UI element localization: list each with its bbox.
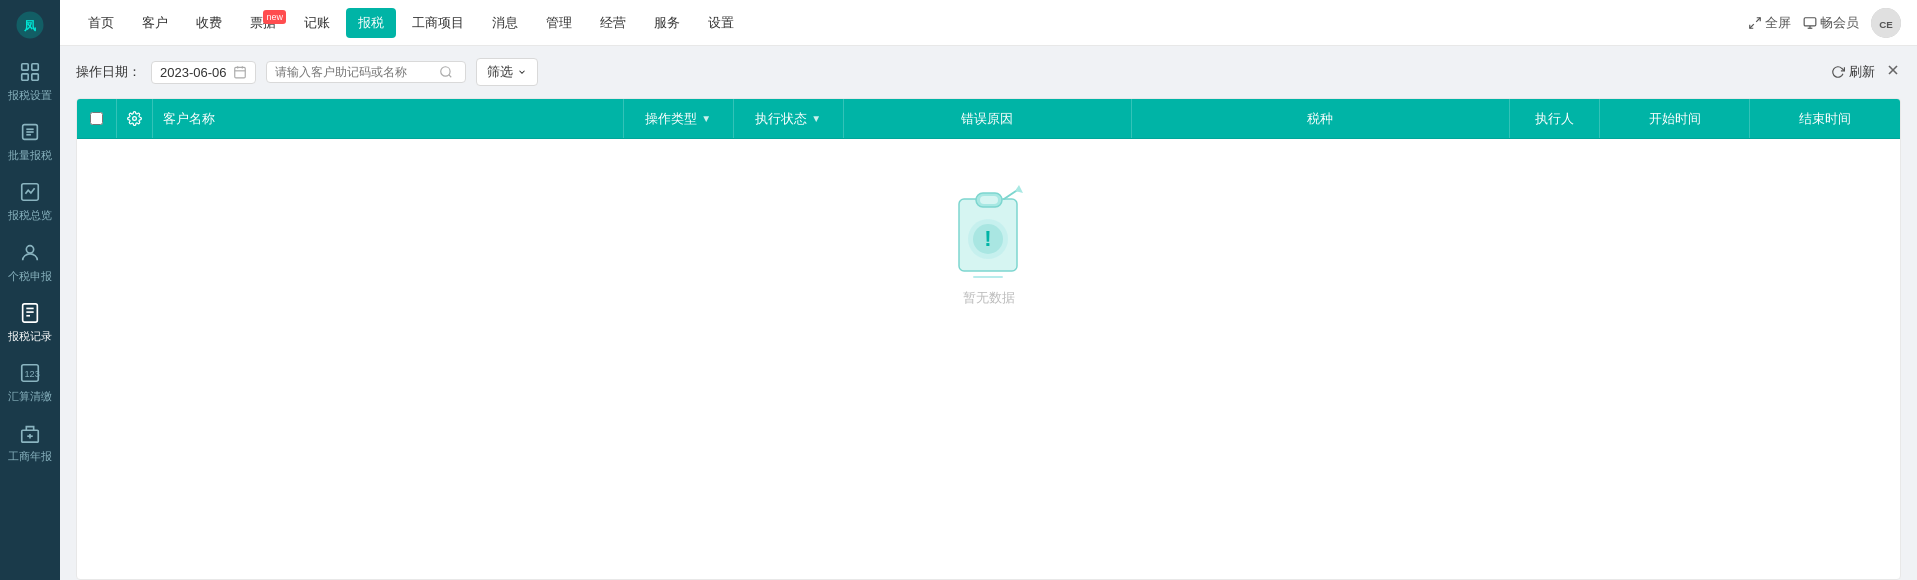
nav-item-shezhi[interactable]: 设置 [696, 8, 746, 38]
gongshangnianba-icon [16, 419, 44, 447]
th-executor: 执行人 [1510, 99, 1600, 138]
baoshuishezhi-icon [16, 58, 44, 86]
svg-text:!: ! [984, 226, 991, 251]
svg-rect-5 [32, 74, 38, 80]
svg-rect-2 [22, 64, 28, 70]
close-btn[interactable] [1885, 62, 1901, 83]
main-area: 首页 客户 收费 票据 new 记账 报税 工商项目 消息 管理 经营 服务 设… [60, 0, 1917, 580]
sidebar-item-pilianbaoshui[interactable]: 批量报税 [0, 110, 60, 170]
select-all-checkbox[interactable] [90, 112, 103, 125]
sidebar: 凤 报税设置 批量报税 [0, 0, 60, 580]
refresh-btn[interactable]: 刷新 [1831, 63, 1875, 81]
nav-item-baoshui[interactable]: 报税 [346, 8, 396, 38]
close-icon [1885, 62, 1901, 78]
th-reason: 错误原因 [844, 99, 1132, 138]
nav-item-jingying[interactable]: 经营 [588, 8, 638, 38]
sidebar-label-gongshangnianba: 工商年报 [8, 450, 52, 463]
nav-item-shouye[interactable]: 首页 [76, 8, 126, 38]
pilianbaoshui-icon [16, 118, 44, 146]
sidebar-logo: 凤 [0, 0, 60, 50]
topnav: 首页 客户 收费 票据 new 记账 报税 工商项目 消息 管理 经营 服务 设… [60, 0, 1917, 46]
table-container: 客户名称 操作类型 ▼ 执行状态 ▼ 错误原因 税种 执行人 [76, 98, 1901, 580]
svg-rect-4 [22, 74, 28, 80]
sidebar-item-baoshuijilu[interactable]: 报税记录 [0, 291, 60, 351]
chevron-down-icon [517, 67, 527, 77]
sidebar-label-baoshuizonglan: 报税总览 [8, 209, 52, 222]
date-input[interactable]: 2023-06-06 [151, 61, 256, 84]
topnav-right: 全屏 畅会员 CE [1748, 8, 1901, 38]
th-endtime: 结束时间 [1750, 99, 1900, 138]
search-icon [439, 65, 453, 79]
th-status[interactable]: 执行状态 ▼ [734, 99, 844, 138]
baoshuijilu-icon [16, 299, 44, 327]
baoshuizonglan-icon [16, 178, 44, 206]
sidebar-label-pilianbaoshui: 批量报税 [8, 149, 52, 162]
svg-text:凤: 凤 [23, 19, 36, 33]
svg-text:CE: CE [1879, 18, 1893, 29]
sidebar-item-geshuishenbao[interactable]: 个税申报 [0, 231, 60, 291]
filter-btn[interactable]: 筛选 [476, 58, 538, 86]
sidebar-item-huisuanqingmiao[interactable]: 123 汇算清缴 [0, 351, 60, 411]
toolbar-right: 刷新 [1831, 62, 1901, 83]
fullscreen-btn[interactable]: 全屏 [1748, 14, 1791, 32]
table-header: 客户名称 操作类型 ▼ 执行状态 ▼ 错误原因 税种 执行人 [77, 99, 1900, 139]
empty-state: ! 暂无数据 [77, 139, 1900, 347]
svg-text:123: 123 [25, 369, 40, 379]
nav-item-gongshangxiangmu[interactable]: 工商项目 [400, 8, 476, 38]
date-label: 操作日期： [76, 63, 141, 81]
nav-item-xiaoxi[interactable]: 消息 [480, 8, 530, 38]
sidebar-item-baoshuizonglan[interactable]: 报税总览 [0, 170, 60, 230]
table-scroll-area: ! 暂无数据 [77, 139, 1900, 579]
th-starttime: 开始时间 [1600, 99, 1750, 138]
empty-illustration: ! [944, 179, 1034, 289]
refresh-icon [1831, 65, 1845, 79]
th-optype[interactable]: 操作类型 ▼ [624, 99, 734, 138]
sidebar-label-geshuishenbao: 个税申报 [8, 270, 52, 283]
nav-item-fuwu[interactable]: 服务 [642, 8, 692, 38]
nav-item-jizhang[interactable]: 记账 [292, 8, 342, 38]
svg-rect-12 [23, 304, 38, 322]
calendar-icon [233, 65, 247, 79]
svg-line-21 [1756, 17, 1760, 21]
sidebar-label-baoshuijilu: 报税记录 [8, 330, 52, 343]
svg-line-33 [448, 75, 451, 78]
date-value: 2023-06-06 [160, 65, 227, 80]
search-box[interactable] [266, 61, 466, 83]
content: 操作日期： 2023-06-06 筛选 [60, 46, 1917, 580]
empty-text: 暂无数据 [963, 289, 1015, 307]
member-icon [1803, 16, 1817, 30]
search-input[interactable] [275, 65, 435, 79]
th-taxtype: 税种 [1132, 99, 1510, 138]
th-gear[interactable] [117, 99, 153, 138]
nav-item-kehu[interactable]: 客户 [130, 8, 180, 38]
toolbar: 操作日期： 2023-06-06 筛选 [60, 46, 1917, 98]
svg-line-22 [1750, 24, 1754, 28]
svg-point-32 [440, 67, 449, 76]
huisuanqingmiao-icon: 123 [16, 359, 44, 387]
svg-point-36 [133, 117, 137, 121]
avatar[interactable]: CE [1871, 8, 1901, 38]
th-checkbox[interactable] [77, 99, 117, 138]
svg-rect-3 [32, 64, 38, 70]
svg-rect-23 [1804, 17, 1816, 25]
geshuishenbao-icon [16, 239, 44, 267]
member-btn[interactable]: 畅会员 [1803, 14, 1859, 32]
new-badge: new [263, 10, 286, 24]
svg-rect-39 [980, 196, 998, 204]
nav-item-piaoju[interactable]: 票据 new [238, 8, 288, 38]
sidebar-item-baoshuishezhi[interactable]: 报税设置 [0, 50, 60, 110]
sidebar-label-baoshuishezhi: 报税设置 [8, 89, 52, 102]
sort-status-icon: ▼ [811, 113, 821, 124]
svg-rect-28 [234, 67, 245, 78]
nav-item-guanli[interactable]: 管理 [534, 8, 584, 38]
sidebar-item-gongshangnianba[interactable]: 工商年报 [0, 411, 60, 471]
topnav-items: 首页 客户 收费 票据 new 记账 报税 工商项目 消息 管理 经营 服务 设… [76, 8, 1748, 38]
sidebar-label-huisuanqingmiao: 汇算清缴 [8, 390, 52, 403]
gear-icon [127, 111, 142, 126]
nav-item-shoufei[interactable]: 收费 [184, 8, 234, 38]
th-name: 客户名称 [153, 99, 624, 138]
fullscreen-icon [1748, 16, 1762, 30]
svg-point-11 [26, 245, 33, 252]
sort-optype-icon: ▼ [701, 113, 711, 124]
